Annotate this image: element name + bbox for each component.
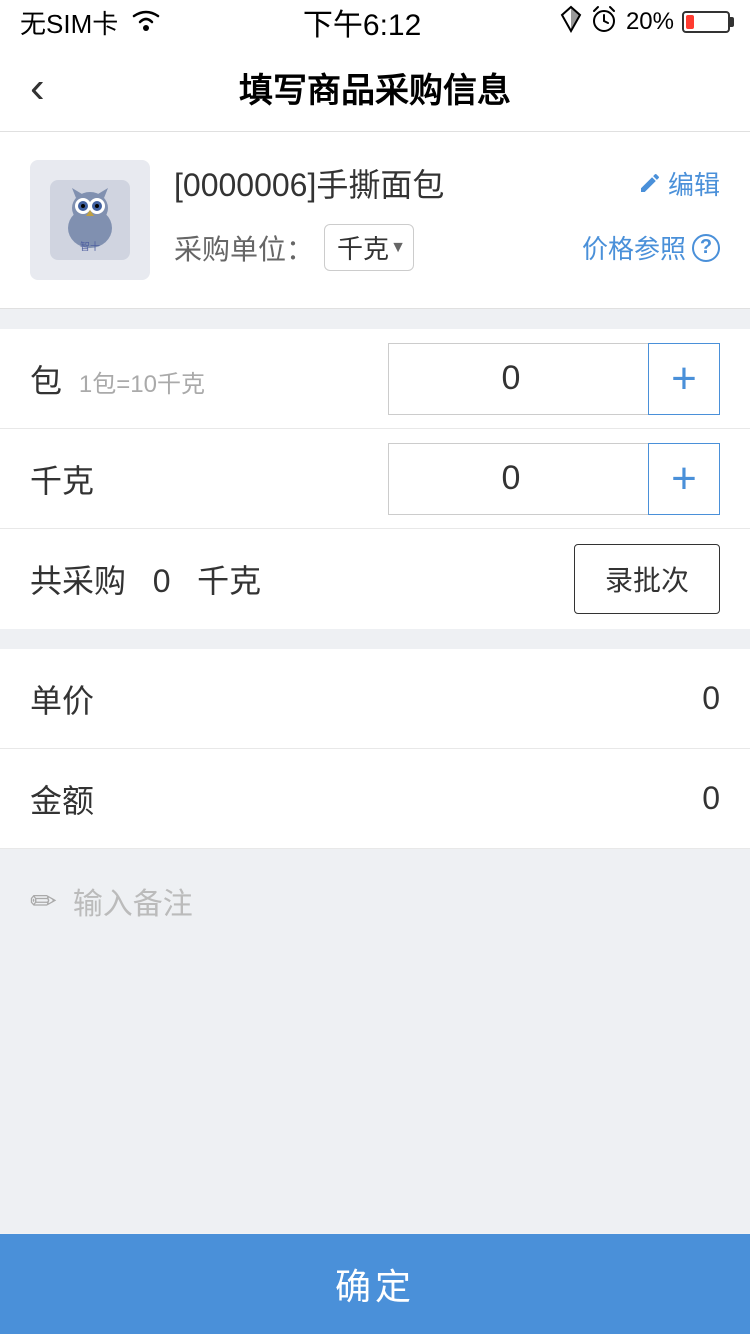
kg-quantity-input[interactable]: [388, 443, 648, 515]
bag-sublabel: 1包=10千克: [79, 371, 205, 398]
edit-button[interactable]: 编辑: [638, 165, 720, 202]
battery-icon: [682, 11, 730, 33]
unit-price-label: 单价: [30, 676, 94, 722]
product-card: 智十 [0000006]手撕面包 编辑 采购单位： 千克: [0, 132, 750, 309]
unit-select-wrap[interactable]: 千克: [324, 224, 414, 271]
notes-icon: ✏: [30, 882, 57, 920]
status-right: 20%: [560, 5, 730, 40]
bag-plus-button[interactable]: +: [648, 343, 720, 415]
bag-quantity-input[interactable]: [388, 343, 648, 415]
kg-plus-button[interactable]: +: [648, 443, 720, 515]
summary-quantity: 0: [153, 563, 171, 599]
product-name: [0000006]手撕面包: [174, 160, 444, 206]
section-divider-2: [0, 629, 750, 649]
alarm-icon: [590, 5, 618, 40]
product-header: [0000006]手撕面包 编辑: [174, 160, 720, 206]
status-left: 无SIM卡: [20, 4, 164, 41]
summary-text: 共采购 0 千克: [30, 556, 261, 602]
section-divider-1: [0, 309, 750, 329]
content-area: 智十 [0000006]手撕面包 编辑 采购单位： 千克: [0, 132, 750, 1333]
page-title: 填写商品采购信息: [239, 63, 511, 112]
unit-label-text: 采购单位：: [174, 228, 314, 268]
carrier-text: 无SIM卡: [20, 4, 118, 41]
amount-label: 金额: [30, 776, 94, 822]
empty-area: [0, 953, 750, 1233]
product-info: [0000006]手撕面包 编辑 采购单位： 千克 价格参照: [174, 160, 720, 271]
kg-label: 千克: [30, 456, 170, 502]
notes-section[interactable]: ✏ 输入备注: [0, 849, 750, 953]
back-button[interactable]: ‹: [30, 66, 90, 110]
wifi-icon: [128, 6, 164, 39]
confirm-button[interactable]: 确定: [0, 1234, 750, 1334]
nav-bar: ‹ 填写商品采购信息: [0, 44, 750, 132]
bag-label-text: 包: [30, 363, 62, 399]
status-time: 下午6:12: [303, 0, 421, 44]
price-ref-button[interactable]: 价格参照 ?: [582, 229, 720, 266]
unit-label-wrap: 采购单位： 千克: [174, 224, 414, 271]
summary-unit: 千克: [197, 563, 261, 599]
battery-text: 20%: [626, 8, 674, 36]
input-section: 包 1包=10千克 + 千克 +: [0, 329, 750, 529]
batch-button[interactable]: 录批次: [574, 544, 720, 614]
summary-prefix: 共采购: [30, 563, 126, 599]
product-logo: 智十: [50, 180, 130, 260]
bag-label: 包 1包=10千克: [30, 356, 205, 402]
price-section: 单价 0 金额 0: [0, 649, 750, 849]
kg-input-right: +: [388, 443, 720, 515]
bag-input-right: +: [388, 343, 720, 415]
product-meta: 采购单位： 千克 价格参照 ?: [174, 224, 720, 271]
price-ref-label: 价格参照: [582, 229, 686, 266]
amount-row: 金额 0: [0, 749, 750, 849]
kg-input-row: 千克 +: [0, 429, 750, 529]
bag-input-row: 包 1包=10千克 +: [0, 329, 750, 429]
unit-price-row: 单价 0: [0, 649, 750, 749]
edit-icon: [638, 171, 662, 195]
summary-row: 共采购 0 千克 录批次: [0, 529, 750, 629]
notes-placeholder: 输入备注: [73, 879, 193, 923]
unit-price-value: 0: [702, 680, 720, 717]
status-bar: 无SIM卡 下午6:12 20%: [0, 0, 750, 44]
edit-label: 编辑: [668, 165, 720, 202]
price-ref-hint-text: ?: [700, 236, 712, 259]
price-ref-hint-icon: ?: [692, 234, 720, 262]
product-image: 智十: [30, 160, 150, 280]
svg-text:智十: 智十: [80, 240, 100, 253]
location-icon: [560, 5, 582, 40]
unit-select[interactable]: 千克: [324, 224, 414, 271]
amount-value: 0: [702, 780, 720, 817]
